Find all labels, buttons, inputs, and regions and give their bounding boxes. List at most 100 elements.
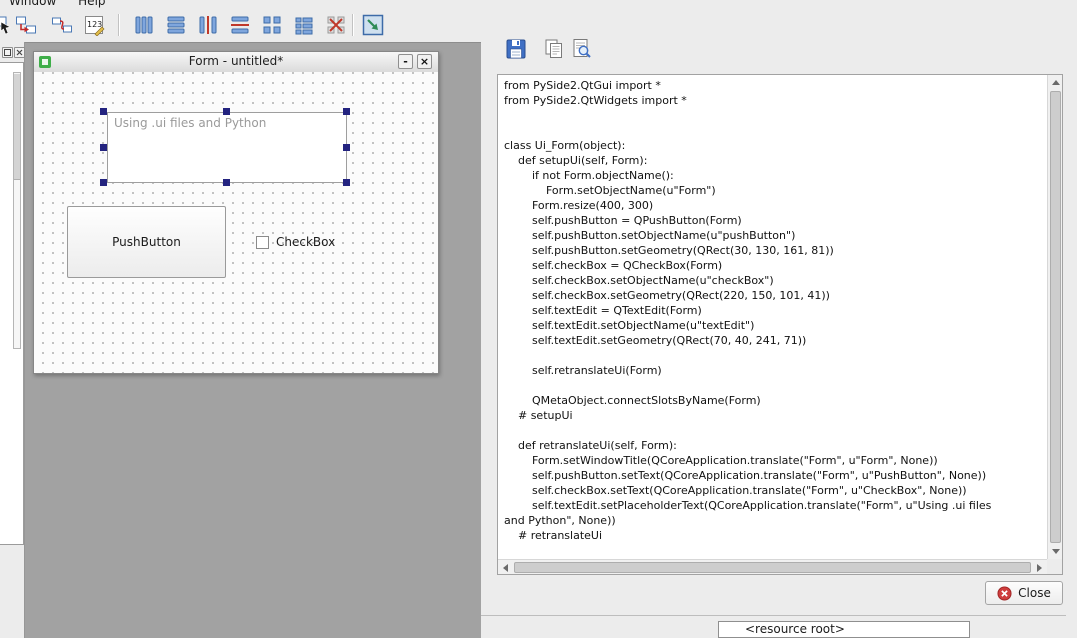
code-line: self.pushButton.setText(QCoreApplication…	[504, 468, 1047, 483]
close-icon	[997, 586, 1012, 601]
find-icon	[570, 37, 594, 61]
lay-out-in-a-form-layout-icon	[293, 14, 315, 36]
selection-handle-top-left[interactable]	[100, 108, 107, 115]
form-canvas[interactable]: Using .ui files and Python PushButton Ch…	[34, 72, 438, 373]
dock-close-button[interactable]	[14, 47, 25, 58]
horizontal-scrollbar[interactable]	[498, 559, 1047, 574]
save-button[interactable]	[503, 36, 529, 62]
resource-root-item[interactable]: <resource root>	[718, 621, 970, 638]
code-line: QMetaObject.connectSlotsByName(Form)	[504, 393, 1047, 408]
selection-handle-bottom-right[interactable]	[343, 179, 350, 186]
widget-box-scrollbar[interactable]	[13, 72, 21, 349]
dock-float-button[interactable]	[2, 47, 13, 58]
code-line: self.pushButton.setObjectName(u"pushButt…	[504, 228, 1047, 243]
vertical-scrollbar[interactable]	[1047, 75, 1062, 559]
scrollbar-thumb[interactable]	[1050, 91, 1061, 543]
edit-tab-order-button[interactable]: 123	[82, 13, 106, 37]
qt-designer-window: Window Help	[0, 0, 1077, 638]
checkbox-label: CheckBox	[276, 235, 335, 249]
scroll-up-button[interactable]	[1048, 75, 1063, 90]
code-line: Form.resize(400, 300)	[504, 198, 1047, 213]
lay-out-in-a-form-layout-button[interactable]	[292, 13, 316, 37]
form-window-title: Form - untitled*	[34, 54, 438, 68]
lay-out-horizontally-in-splitter-button[interactable]	[196, 13, 220, 37]
lay-out-vertically-in-splitter-button[interactable]	[228, 13, 252, 37]
scroll-left-button[interactable]	[498, 560, 513, 575]
lay-out-horizontally-in-splitter-icon	[197, 14, 219, 36]
code-line: self.pushButton = QPushButton(Form)	[504, 213, 1047, 228]
code-line: self.checkBox = QCheckBox(Form)	[504, 258, 1047, 273]
find-button[interactable]	[569, 36, 595, 62]
edit-buddies-icon	[51, 14, 73, 36]
minimize-button[interactable]: -	[398, 54, 413, 69]
form-editor-window[interactable]: Form - untitled* - × Using .ui files and…	[33, 51, 439, 374]
code-line	[504, 423, 1047, 438]
scrollbar-thumb[interactable]	[14, 74, 20, 180]
edit-signals-slots-button[interactable]	[14, 13, 38, 37]
edit-widgets-button[interactable]	[0, 13, 15, 37]
dock-close-icon	[16, 49, 23, 56]
code-line: class Ui_Form(object):	[504, 138, 1047, 153]
code-line: self.checkBox.setObjectName(u"checkBox")	[504, 273, 1047, 288]
lay-out-vertically-button[interactable]	[164, 13, 188, 37]
code-line: Form.setWindowTitle(QCoreApplication.tra…	[504, 453, 1047, 468]
mdi-area: Form - untitled* - × Using .ui files and…	[25, 42, 481, 638]
right-arrow-icon	[1037, 564, 1042, 572]
break-layout-button[interactable]	[324, 13, 348, 37]
code-line	[504, 123, 1047, 138]
lay-out-vertically-in-splitter-icon	[229, 14, 251, 36]
scroll-down-button[interactable]	[1048, 544, 1063, 559]
pushbutton-widget[interactable]: PushButton	[67, 206, 226, 278]
code-line: from PySide2.QtWidgets import *	[504, 93, 1047, 108]
selection-handle-mid-left[interactable]	[100, 144, 107, 151]
code-line: def setupUi(self, Form):	[504, 153, 1047, 168]
code-line: # setupUi	[504, 408, 1047, 423]
lay-out-in-a-grid-icon	[261, 14, 283, 36]
code-line: def retranslateUi(self, Form):	[504, 438, 1047, 453]
copy-button[interactable]	[541, 36, 567, 62]
scrollbar-thumb[interactable]	[514, 562, 1031, 573]
close-button[interactable]: Close	[985, 581, 1063, 605]
form-titlebar[interactable]: Form - untitled* - ×	[34, 52, 438, 73]
edit-signals-slots-icon	[15, 14, 37, 36]
selection-handle-top-center[interactable]	[223, 108, 230, 115]
code-line: self.textEdit = QTextEdit(Form)	[504, 303, 1047, 318]
selection-handle-bottom-left[interactable]	[100, 179, 107, 186]
checkbox-widget[interactable]: CheckBox	[256, 234, 335, 250]
lay-out-vertically-icon	[165, 14, 187, 36]
scroll-right-button[interactable]	[1032, 560, 1047, 575]
menu-help[interactable]: Help	[69, 0, 114, 8]
code-line	[504, 378, 1047, 393]
code-line: self.checkBox.setGeometry(QRect(220, 150…	[504, 288, 1047, 303]
code-line: # retranslateUi	[504, 528, 1047, 543]
left-arrow-icon	[503, 564, 508, 572]
selection-handle-mid-right[interactable]	[343, 144, 350, 151]
svg-text:123: 123	[87, 20, 102, 29]
lay-out-in-a-grid-button[interactable]	[260, 13, 284, 37]
close-window-button[interactable]: ×	[417, 54, 432, 69]
scrollbar-corner	[1047, 559, 1062, 574]
menu-window[interactable]: Window	[0, 0, 65, 8]
close-button-label: Close	[1018, 586, 1051, 600]
code-line	[504, 108, 1047, 123]
code-line: Form.setObjectName(u"Form")	[504, 183, 1047, 198]
pushbutton-label: PushButton	[112, 235, 181, 249]
copy-icon	[542, 37, 566, 61]
adjust-size-button[interactable]	[361, 13, 385, 37]
code-line: if not Form.objectName():	[504, 168, 1047, 183]
code-view[interactable]: from PySide2.QtGui import *from PySide2.…	[498, 75, 1047, 559]
textedit-placeholder: Using .ui files and Python	[114, 116, 340, 130]
lay-out-horizontally-icon	[133, 14, 155, 36]
edit-widgets-icon	[0, 14, 14, 36]
edit-tab-order-icon: 123	[83, 14, 105, 36]
textedit-widget[interactable]: Using .ui files and Python	[107, 112, 347, 183]
code-line: self.textEdit.setObjectName(u"textEdit")	[504, 318, 1047, 333]
lay-out-horizontally-button[interactable]	[132, 13, 156, 37]
selection-handle-bottom-center[interactable]	[223, 179, 230, 186]
selection-handle-top-right[interactable]	[343, 108, 350, 115]
edit-buddies-button[interactable]	[50, 13, 74, 37]
checkbox-indicator[interactable]	[256, 236, 269, 249]
break-layout-icon	[325, 14, 347, 36]
code-line: self.pushButton.setGeometry(QRect(30, 13…	[504, 243, 1047, 258]
code-line: self.retranslateUi(Form)	[504, 363, 1047, 378]
